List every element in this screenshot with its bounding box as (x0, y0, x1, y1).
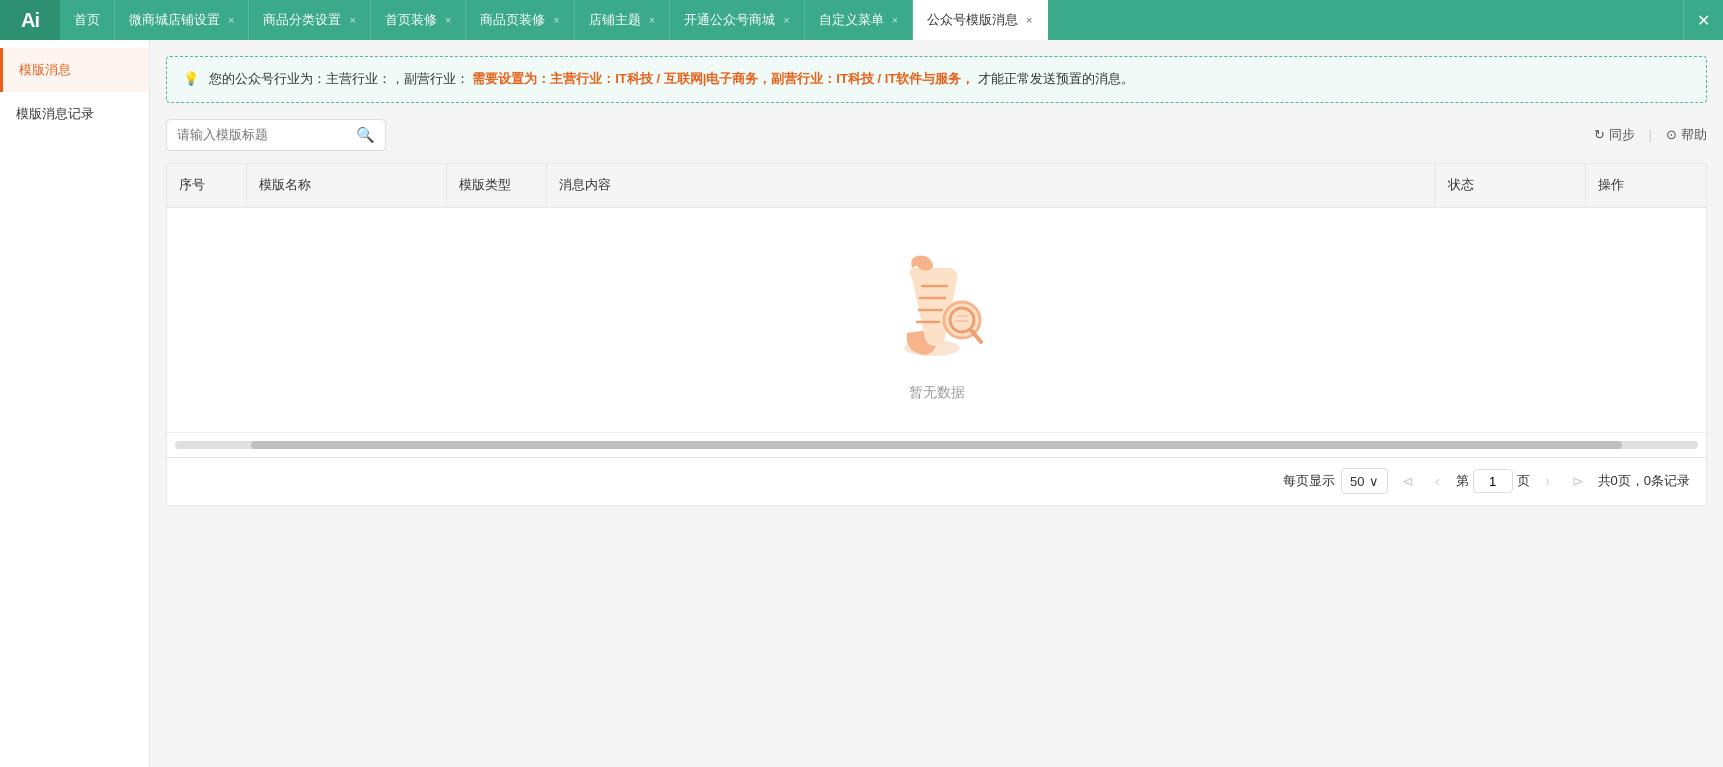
page-nav: ⊲ ‹ 第 页 › ⊳ (1396, 469, 1590, 493)
nav-item-label-4: 商品页装修 (480, 11, 545, 29)
total-label: 共0页，0条记录 (1598, 472, 1690, 490)
page-next-button[interactable]: › (1536, 469, 1560, 493)
nav-item-label-6: 开通公众号商城 (684, 11, 775, 29)
notice-prefix: 您的公众号行业为：主营行业：，副营行业： (209, 71, 469, 86)
page-size-select: 每页显示 50 ∨ (1283, 468, 1387, 494)
col-header-status: 状态 (1436, 164, 1586, 207)
nav-item-close-6[interactable]: × (783, 14, 789, 26)
nav-item-label-1: 微商城店铺设置 (129, 11, 220, 29)
col-header-content: 消息内容 (547, 164, 1436, 207)
notice-highlight: 需要设置为：主营行业：IT科技 / 互联网|电子商务，副营行业：IT科技 / I… (472, 71, 974, 86)
nav-item-4[interactable]: 商品页装修 × (466, 0, 574, 40)
search-button[interactable]: 🔍 (356, 126, 375, 144)
notice-suffix: 才能正常发送预置的消息。 (978, 71, 1134, 86)
nav-item-7[interactable]: 自定义菜单 × (805, 0, 913, 40)
nav-item-6[interactable]: 开通公众号商城 × (670, 0, 804, 40)
nav-item-label-7: 自定义菜单 (819, 11, 884, 29)
notice-icon: 💡 (183, 71, 199, 86)
nav-item-8[interactable]: 公众号模版消息 × (913, 0, 1047, 40)
sidebar-item-0[interactable]: 模版消息 (0, 48, 149, 92)
col-header-seq: 序号 (167, 164, 247, 207)
page-first-button[interactable]: ⊲ (1396, 469, 1420, 493)
divider: | (1649, 127, 1652, 142)
page-size-chevron: ∨ (1369, 474, 1379, 489)
nav-item-0[interactable]: 首页 (60, 0, 115, 40)
table-header: 序号 模版名称 模版类型 消息内容 状态 操作 (167, 164, 1706, 208)
empty-icon (877, 248, 997, 368)
scrollbar-area[interactable] (167, 432, 1706, 457)
nav-item-label-2: 商品分类设置 (263, 11, 341, 29)
help-button[interactable]: ⊙ 帮助 (1666, 126, 1707, 144)
search-input-wrap[interactable]: 🔍 (166, 119, 386, 151)
help-label: 帮助 (1681, 126, 1707, 144)
search-left: 🔍 (166, 119, 386, 151)
page-di-label: 第 (1456, 472, 1469, 490)
close-all-button[interactable]: ✕ (1683, 0, 1723, 40)
col-header-name: 模版名称 (247, 164, 447, 207)
table-wrap: 序号 模版名称 模版类型 消息内容 状态 操作 (166, 163, 1707, 506)
nav-item-close-2[interactable]: × (349, 14, 355, 26)
nav-items: 首页微商城店铺设置×商品分类设置×首页装修×商品页装修×店铺主题×开通公众号商城… (60, 0, 1683, 40)
app-logo: Ai (0, 0, 60, 40)
page-last-button[interactable]: ⊳ (1566, 469, 1590, 493)
sync-button[interactable]: ↻ 同步 (1594, 126, 1635, 144)
notice-box: 💡 您的公众号行业为：主营行业：，副营行业： 需要设置为：主营行业：IT科技 /… (166, 56, 1707, 103)
nav-item-2[interactable]: 商品分类设置 × (249, 0, 370, 40)
pagination: 每页显示 50 ∨ ⊲ ‹ 第 页 › ⊳ (167, 457, 1706, 505)
nav-item-close-3[interactable]: × (445, 14, 451, 26)
sidebar-item-1[interactable]: 模版消息记录 (0, 92, 149, 136)
page-size-label: 每页显示 (1283, 472, 1335, 490)
search-bar: 🔍 ↻ 同步 | ⊙ 帮助 (166, 119, 1707, 151)
empty-text: 暂无数据 (909, 384, 965, 402)
page-prev-button[interactable]: ‹ (1426, 469, 1450, 493)
search-input[interactable] (177, 127, 356, 142)
help-icon: ⊙ (1666, 127, 1677, 142)
nav-item-close-8[interactable]: × (1026, 14, 1032, 26)
page-size-dropdown[interactable]: 50 ∨ (1341, 468, 1387, 494)
page-unit-label: 页 (1517, 472, 1530, 490)
nav-item-label-8: 公众号模版消息 (927, 11, 1018, 29)
col-header-action: 操作 (1586, 164, 1706, 207)
page-input-wrap: 第 页 (1456, 469, 1530, 493)
nav-item-label-0: 首页 (74, 11, 100, 29)
sync-label: 同步 (1609, 126, 1635, 144)
top-nav: Ai 首页微商城店铺设置×商品分类设置×首页装修×商品页装修×店铺主题×开通公众… (0, 0, 1723, 40)
nav-item-close-1[interactable]: × (228, 14, 234, 26)
nav-item-1[interactable]: 微商城店铺设置 × (115, 0, 249, 40)
nav-item-3[interactable]: 首页装修 × (371, 0, 466, 40)
nav-item-5[interactable]: 店铺主题 × (575, 0, 670, 40)
content-area: 💡 您的公众号行业为：主营行业：，副营行业： 需要设置为：主营行业：IT科技 /… (150, 40, 1723, 767)
nav-item-label-5: 店铺主题 (589, 11, 641, 29)
nav-item-close-7[interactable]: × (892, 14, 898, 26)
empty-state: 暂无数据 (167, 208, 1706, 432)
sidebar: 模版消息模版消息记录 (0, 40, 150, 767)
page-number-input[interactable] (1473, 469, 1513, 493)
search-right: ↻ 同步 | ⊙ 帮助 (1594, 126, 1707, 144)
sync-icon: ↻ (1594, 127, 1605, 142)
nav-item-close-4[interactable]: × (553, 14, 559, 26)
page-size-value: 50 (1350, 474, 1364, 489)
main-layout: 模版消息模版消息记录 💡 您的公众号行业为：主营行业：，副营行业： 需要设置为：… (0, 40, 1723, 767)
nav-item-close-5[interactable]: × (649, 14, 655, 26)
scrollbar-thumb[interactable] (251, 441, 1622, 449)
scrollbar-track[interactable] (175, 441, 1698, 449)
nav-item-label-3: 首页装修 (385, 11, 437, 29)
col-header-type: 模版类型 (447, 164, 547, 207)
